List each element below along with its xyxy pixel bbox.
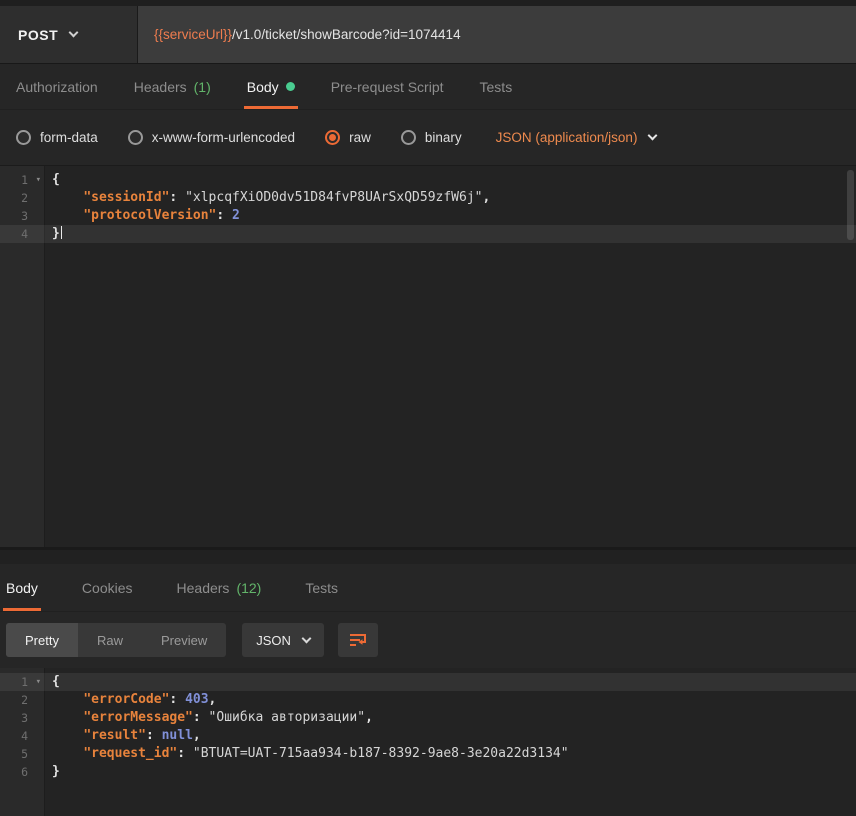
code-text: "result": null, <box>83 728 201 743</box>
code-line-3[interactable]: 3 "errorMessage": "Ошибка авторизации", <box>0 709 856 727</box>
tab-response-tests[interactable]: Tests <box>305 564 338 611</box>
view-mode-segmented-control: Pretty Raw Preview <box>6 623 227 657</box>
radio-icon <box>16 130 31 145</box>
radio-label: x-www-form-urlencoded <box>151 130 296 145</box>
method-dropdown[interactable]: POST <box>0 6 138 63</box>
tab-label: Headers <box>133 78 187 95</box>
response-tabs: Body Cookies Headers (12) Tests <box>0 564 856 612</box>
url-variable-text: {{serviceUrl}} <box>154 27 233 42</box>
line-number: 4 <box>21 227 28 241</box>
text-cursor <box>60 226 62 239</box>
tab-label: Tests <box>305 579 339 596</box>
tab-label: Body <box>246 78 279 95</box>
line-number: 2 <box>21 191 28 205</box>
request-body-editor[interactable]: 1 ▾ {2 "sessionId": "xlpcqfXiOD0dv51D84fvP… <box>0 166 856 548</box>
code-text: } <box>52 226 62 241</box>
response-body-editor[interactable]: 1 ▾{2 "errorCode": 403, 3 "errorMessage": … <box>0 668 856 816</box>
radio-label: form-data <box>40 130 98 145</box>
pane-resize-divider[interactable] <box>0 548 856 564</box>
postman-window: POST {{serviceUrl}}/v1.0/ticket/showBarc… <box>0 0 856 816</box>
line-number: 5 <box>21 747 28 761</box>
radio-raw[interactable]: raw <box>325 130 371 145</box>
tab-response-body[interactable]: Body <box>3 564 41 611</box>
tab-label: Tests <box>479 78 513 95</box>
tab-label: Authorization <box>16 78 98 95</box>
fold-caret-icon[interactable]: ▾ <box>36 171 41 189</box>
tab-label: Cookies <box>81 579 133 596</box>
code-text: "sessionId": "xlpcqfXiOD0dv51D84fvP8UArS… <box>83 190 491 205</box>
segment-label: Pretty <box>25 632 59 648</box>
response-format-dropdown[interactable]: JSON <box>242 623 324 657</box>
code-line-2[interactable]: 2 "errorCode": 403, <box>0 691 856 709</box>
tab-tests[interactable]: Tests <box>480 64 513 109</box>
code-line-1[interactable]: 1 ▾ { <box>0 673 856 691</box>
request-url-bar: POST {{serviceUrl}}/v1.0/ticket/showBarc… <box>0 0 856 64</box>
code-line-2[interactable]: 2 "sessionId": "xlpcqfXiOD0dv51D84fvP8UA… <box>0 189 856 207</box>
line-number: 1 ▾ <box>21 171 41 189</box>
code-text: "errorMessage": "Ошибка авторизации", <box>83 710 373 725</box>
code-text: "protocolVersion": 2 <box>83 208 240 223</box>
line-number: 1 ▾ <box>21 673 41 691</box>
line-number: 2 <box>21 693 28 707</box>
radio-binary[interactable]: binary <box>400 130 462 145</box>
radio-label: binary <box>424 130 462 145</box>
request-tabs: Authorization Headers (1) Body Pre-reque… <box>0 64 856 110</box>
radio-label: raw <box>349 130 371 145</box>
tab-response-headers[interactable]: Headers (12) <box>177 564 262 611</box>
radio-form-data[interactable]: form-data <box>16 130 98 145</box>
code-line-6[interactable]: 6} <box>0 763 856 781</box>
code-line-5[interactable]: 5 "request_id": "BTUAT=UAT-715aa934-b187… <box>0 745 856 763</box>
code-line-4[interactable]: 4} <box>0 225 856 243</box>
chevron-down-icon <box>68 27 79 38</box>
line-number: 3 <box>21 209 28 223</box>
code-text: "request_id": "BTUAT=UAT-715aa934-b187-8… <box>83 746 569 761</box>
chevron-down-icon <box>301 633 312 643</box>
view-preview-button[interactable]: Preview <box>142 623 226 657</box>
body-filled-dot-icon <box>285 82 295 91</box>
tab-count: (12) <box>236 579 262 596</box>
line-number: 4 <box>21 729 28 743</box>
tab-count: (1) <box>193 78 211 95</box>
code-line-4[interactable]: 4 "result": null, <box>0 727 856 745</box>
code-text: { <box>52 172 60 187</box>
format-label: JSON <box>256 632 291 648</box>
response-toolbar: Pretty Raw Preview JSON <box>0 612 856 668</box>
body-type-bar: form-data x-www-form-urlencoded raw bina… <box>0 110 856 166</box>
radio-icon <box>127 130 143 145</box>
tab-authorization[interactable]: Authorization <box>16 64 98 109</box>
url-input[interactable]: {{serviceUrl}}/v1.0/ticket/showBarcode?i… <box>138 6 856 63</box>
code-text: { <box>52 674 60 689</box>
radio-selected-icon <box>325 130 341 145</box>
fold-caret-icon[interactable]: ▾ <box>36 673 41 691</box>
segment-label: Raw <box>96 632 123 648</box>
tab-label: Pre-request Script <box>330 78 444 95</box>
tab-body[interactable]: Body <box>243 64 298 109</box>
segment-label: Preview <box>160 632 208 648</box>
line-number: 6 <box>21 765 28 779</box>
wrap-text-button[interactable] <box>337 623 378 657</box>
view-raw-button[interactable]: Raw <box>78 623 142 657</box>
code-text: "errorCode": 403, <box>83 692 217 707</box>
content-type-label: JSON (application/json) <box>495 130 638 145</box>
line-number: 3 <box>21 711 28 725</box>
code-line-3[interactable]: 3 "protocolVersion": 2 <box>0 207 856 225</box>
code-text: } <box>52 764 60 779</box>
radio-icon <box>400 130 416 145</box>
wrap-text-icon <box>349 634 366 646</box>
chevron-down-icon <box>647 130 658 141</box>
radio-x-www-form-urlencoded[interactable]: x-www-form-urlencoded <box>127 130 296 145</box>
code-line-1[interactable]: 1 ▾ { <box>0 171 856 189</box>
tab-label: Body <box>6 579 38 596</box>
method-label: POST <box>18 26 59 43</box>
tab-cookies[interactable]: Cookies <box>82 564 133 611</box>
view-pretty-button[interactable]: Pretty <box>6 623 78 657</box>
url-path-text: /v1.0/ticket/showBarcode?id=1074414 <box>232 27 461 42</box>
tab-label: Headers <box>176 579 230 596</box>
tab-headers[interactable]: Headers (1) <box>134 64 211 109</box>
content-type-dropdown[interactable]: JSON (application/json) <box>495 130 658 145</box>
tab-pre-request-script[interactable]: Pre-request Script <box>331 64 444 109</box>
